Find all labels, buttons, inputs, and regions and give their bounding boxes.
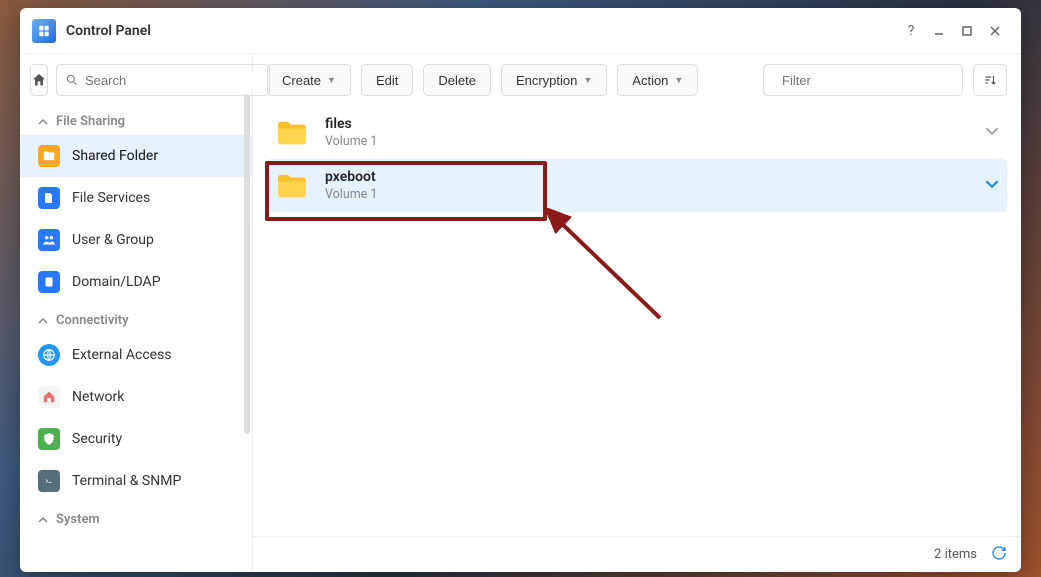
action-button[interactable]: Action▼	[617, 64, 698, 96]
sidebar-item-external-access[interactable]: External Access	[20, 334, 252, 376]
section-system[interactable]: System	[20, 502, 252, 533]
toolbar: Create▼ Edit Delete Encryption▼ Action▼	[253, 54, 1021, 106]
app-icon	[32, 19, 56, 43]
folder-row[interactable]: pxeboot Volume 1	[267, 159, 1007, 212]
window-title: Control Panel	[66, 23, 151, 39]
network-icon	[38, 386, 60, 408]
maximize-button[interactable]	[953, 17, 981, 45]
sort-button[interactable]	[973, 64, 1007, 96]
sidebar-item-security[interactable]: Security	[20, 418, 252, 460]
help-button[interactable]: ?	[897, 17, 925, 45]
section-file-sharing[interactable]: File Sharing	[20, 104, 252, 135]
search-input[interactable]	[85, 73, 261, 88]
sidebar-item-network[interactable]: Network	[20, 376, 252, 418]
caret-down-icon: ▼	[583, 75, 592, 85]
sidebar-scrollbar[interactable]	[244, 94, 250, 434]
sidebar: File Sharing Shared Folder File Services…	[20, 54, 253, 572]
minimize-button[interactable]	[925, 17, 953, 45]
globe-icon	[38, 344, 60, 366]
refresh-button[interactable]	[991, 545, 1007, 565]
delete-button[interactable]: Delete	[423, 64, 491, 96]
home-button[interactable]	[30, 64, 48, 96]
folder-icon	[275, 172, 309, 200]
sidebar-item-shared-folder[interactable]: Shared Folder	[20, 135, 252, 177]
chevron-up-icon	[38, 316, 48, 326]
sidebar-item-domain-ldap[interactable]: Domain/LDAP	[20, 261, 252, 303]
item-count: 2 items	[934, 547, 977, 562]
sidebar-item-label: File Services	[72, 190, 150, 206]
folder-name: files	[325, 116, 377, 132]
folder-icon	[275, 119, 309, 147]
folder-list: files Volume 1 pxeboot Volume 1	[253, 106, 1021, 536]
sidebar-item-terminal-snmp[interactable]: Terminal & SNMP	[20, 460, 252, 502]
sidebar-item-label: Terminal & SNMP	[72, 473, 181, 489]
shield-icon	[38, 428, 60, 450]
caret-down-icon: ▼	[674, 75, 683, 85]
titlebar: Control Panel ?	[20, 8, 1021, 54]
folder-icon	[38, 145, 60, 167]
main-panel: Create▼ Edit Delete Encryption▼ Action▼ …	[253, 54, 1021, 572]
caret-down-icon: ▼	[327, 75, 336, 85]
chevron-down-icon[interactable]	[985, 176, 999, 195]
control-panel-window: Control Panel ? File	[20, 8, 1021, 572]
sidebar-item-label: External Access	[72, 347, 172, 363]
ldap-icon	[38, 271, 60, 293]
create-button[interactable]: Create▼	[267, 64, 351, 96]
sidebar-item-user-group[interactable]: User & Group	[20, 219, 252, 261]
sidebar-search[interactable]	[56, 64, 270, 96]
search-icon	[65, 73, 79, 87]
terminal-icon	[38, 470, 60, 492]
sidebar-item-label: User & Group	[72, 232, 154, 248]
folder-name: pxeboot	[325, 169, 377, 185]
folder-row[interactable]: files Volume 1	[267, 106, 1007, 159]
folder-volume: Volume 1	[325, 134, 377, 149]
close-button[interactable]	[981, 17, 1009, 45]
filter-input[interactable]	[782, 73, 958, 88]
sidebar-item-label: Network	[72, 389, 124, 405]
sidebar-item-label: Shared Folder	[72, 148, 158, 164]
users-icon	[38, 229, 60, 251]
status-bar: 2 items	[253, 536, 1021, 572]
folder-volume: Volume 1	[325, 187, 377, 202]
chevron-down-icon[interactable]	[985, 123, 999, 142]
edit-button[interactable]: Edit	[361, 64, 413, 96]
file-icon	[38, 187, 60, 209]
sidebar-item-label: Security	[72, 431, 122, 447]
chevron-up-icon	[38, 515, 48, 525]
filter-field[interactable]	[763, 64, 963, 96]
section-connectivity[interactable]: Connectivity	[20, 303, 252, 334]
encryption-button[interactable]: Encryption▼	[501, 64, 607, 96]
chevron-up-icon	[38, 117, 48, 127]
sidebar-item-file-services[interactable]: File Services	[20, 177, 252, 219]
sidebar-item-label: Domain/LDAP	[72, 274, 161, 290]
